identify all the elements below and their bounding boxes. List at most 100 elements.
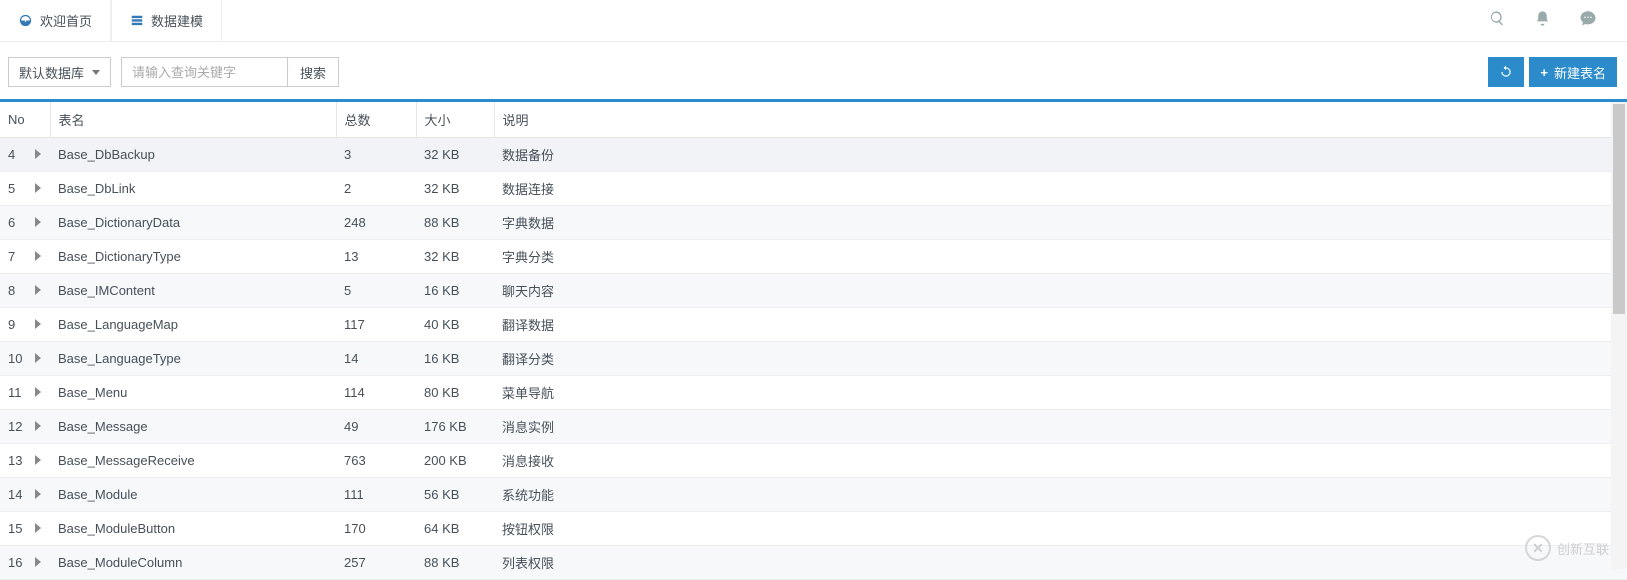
chevron-right-icon: [35, 319, 41, 329]
table-row[interactable]: 12 Base_Message 49 176 KB 消息实例: [0, 410, 1627, 444]
cell-name: Base_DbBackup: [50, 138, 336, 172]
cell-size: 32 KB: [416, 138, 494, 172]
tab-welcome[interactable]: 欢迎首页: [0, 0, 111, 41]
database-select-value: 默认数据库: [19, 63, 84, 82]
col-name[interactable]: 表名: [50, 102, 336, 138]
row-expander[interactable]: [26, 512, 50, 546]
cell-count: 49: [336, 410, 416, 444]
row-expander[interactable]: [26, 546, 50, 580]
search-input[interactable]: [122, 65, 287, 80]
table-row[interactable]: 5 Base_DbLink 2 32 KB 数据连接: [0, 172, 1627, 206]
search-icon[interactable]: [1489, 10, 1506, 32]
watermark-text: 创新互联: [1557, 539, 1609, 558]
row-expander[interactable]: [26, 376, 50, 410]
database-select[interactable]: 默认数据库: [8, 57, 111, 87]
cell-size: 88 KB: [416, 206, 494, 240]
col-desc[interactable]: 说明: [494, 102, 1627, 138]
cell-desc: 字典数据: [494, 206, 1627, 240]
refresh-icon: [1499, 65, 1513, 79]
table-row[interactable]: 16 Base_ModuleColumn 257 88 KB 列表权限: [0, 546, 1627, 580]
toolbar: 默认数据库 搜索 + 新建表名: [0, 42, 1627, 102]
table-row[interactable]: 4 Base_DbBackup 3 32 KB 数据备份: [0, 138, 1627, 172]
cell-desc: 消息实例: [494, 410, 1627, 444]
row-expander[interactable]: [26, 206, 50, 240]
cell-desc: 按钮权限: [494, 512, 1627, 546]
cell-name: Base_ModuleColumn: [50, 546, 336, 580]
chevron-right-icon: [35, 183, 41, 193]
bell-icon[interactable]: [1534, 10, 1551, 32]
table-row[interactable]: 6 Base_DictionaryData 248 88 KB 字典数据: [0, 206, 1627, 240]
chevron-right-icon: [35, 149, 41, 159]
cell-name: Base_DbLink: [50, 172, 336, 206]
table-row[interactable]: 14 Base_Module 111 56 KB 系统功能: [0, 478, 1627, 512]
cell-count: 111: [336, 478, 416, 512]
row-expander[interactable]: [26, 342, 50, 376]
vertical-scrollbar[interactable]: [1611, 102, 1627, 569]
row-expander[interactable]: [26, 138, 50, 172]
cell-desc: 翻译数据: [494, 308, 1627, 342]
cell-no: 9: [0, 308, 26, 342]
watermark: ✕ 创新互联: [1525, 535, 1609, 561]
toolbar-actions: + 新建表名: [1488, 57, 1617, 87]
cell-no: 12: [0, 410, 26, 444]
cell-no: 14: [0, 478, 26, 512]
row-expander[interactable]: [26, 274, 50, 308]
cell-name: Base_DictionaryData: [50, 206, 336, 240]
chevron-right-icon: [35, 353, 41, 363]
table-row[interactable]: 7 Base_DictionaryType 13 32 KB 字典分类: [0, 240, 1627, 274]
table-row[interactable]: 13 Base_MessageReceive 763 200 KB 消息接收: [0, 444, 1627, 478]
cell-name: Base_ModuleButton: [50, 512, 336, 546]
cell-no: 4: [0, 138, 26, 172]
chevron-right-icon: [35, 387, 41, 397]
plus-icon: +: [1540, 65, 1548, 80]
col-count[interactable]: 总数: [336, 102, 416, 138]
cell-no: 13: [0, 444, 26, 478]
chevron-right-icon: [35, 217, 41, 227]
tab-bar: 欢迎首页 数据建模: [0, 0, 1627, 42]
cell-desc: 消息接收: [494, 444, 1627, 478]
cell-desc: 系统功能: [494, 478, 1627, 512]
row-expander[interactable]: [26, 240, 50, 274]
cell-count: 763: [336, 444, 416, 478]
refresh-button[interactable]: [1488, 57, 1524, 87]
search-wrap: 搜索: [121, 57, 339, 87]
cell-desc: 字典分类: [494, 240, 1627, 274]
cell-desc: 数据连接: [494, 172, 1627, 206]
cell-no: 11: [0, 376, 26, 410]
cell-desc: 菜单导航: [494, 376, 1627, 410]
new-table-button[interactable]: + 新建表名: [1529, 57, 1617, 87]
table-row[interactable]: 9 Base_LanguageMap 117 40 KB 翻译数据: [0, 308, 1627, 342]
table-row[interactable]: 11 Base_Menu 114 80 KB 菜单导航: [0, 376, 1627, 410]
table-row[interactable]: 8 Base_IMContent 5 16 KB 聊天内容: [0, 274, 1627, 308]
row-expander[interactable]: [26, 172, 50, 206]
row-expander[interactable]: [26, 478, 50, 512]
tab-data-model[interactable]: 数据建模: [111, 0, 222, 41]
cell-count: 114: [336, 376, 416, 410]
cell-size: 200 KB: [416, 444, 494, 478]
chevron-down-icon: [92, 70, 100, 75]
scrollbar-thumb[interactable]: [1613, 104, 1625, 314]
cell-name: Base_MessageReceive: [50, 444, 336, 478]
search-button[interactable]: 搜索: [287, 58, 338, 86]
col-size[interactable]: 大小: [416, 102, 494, 138]
table-row[interactable]: 10 Base_LanguageType 14 16 KB 翻译分类: [0, 342, 1627, 376]
row-expander[interactable]: [26, 410, 50, 444]
new-table-label: 新建表名: [1554, 63, 1606, 82]
row-expander[interactable]: [26, 444, 50, 478]
tab-label: 数据建模: [151, 11, 203, 30]
cell-count: 170: [336, 512, 416, 546]
cell-desc: 数据备份: [494, 138, 1627, 172]
cell-count: 2: [336, 172, 416, 206]
cell-name: Base_Module: [50, 478, 336, 512]
cell-desc: 翻译分类: [494, 342, 1627, 376]
cell-name: Base_LanguageType: [50, 342, 336, 376]
cell-count: 13: [336, 240, 416, 274]
cell-size: 16 KB: [416, 274, 494, 308]
table-row[interactable]: 15 Base_ModuleButton 170 64 KB 按钮权限: [0, 512, 1627, 546]
chat-icon[interactable]: [1579, 9, 1597, 32]
cell-size: 56 KB: [416, 478, 494, 512]
table-header-row: No 表名 总数 大小 说明: [0, 102, 1627, 138]
cell-size: 40 KB: [416, 308, 494, 342]
row-expander[interactable]: [26, 308, 50, 342]
col-no[interactable]: No: [0, 102, 50, 138]
